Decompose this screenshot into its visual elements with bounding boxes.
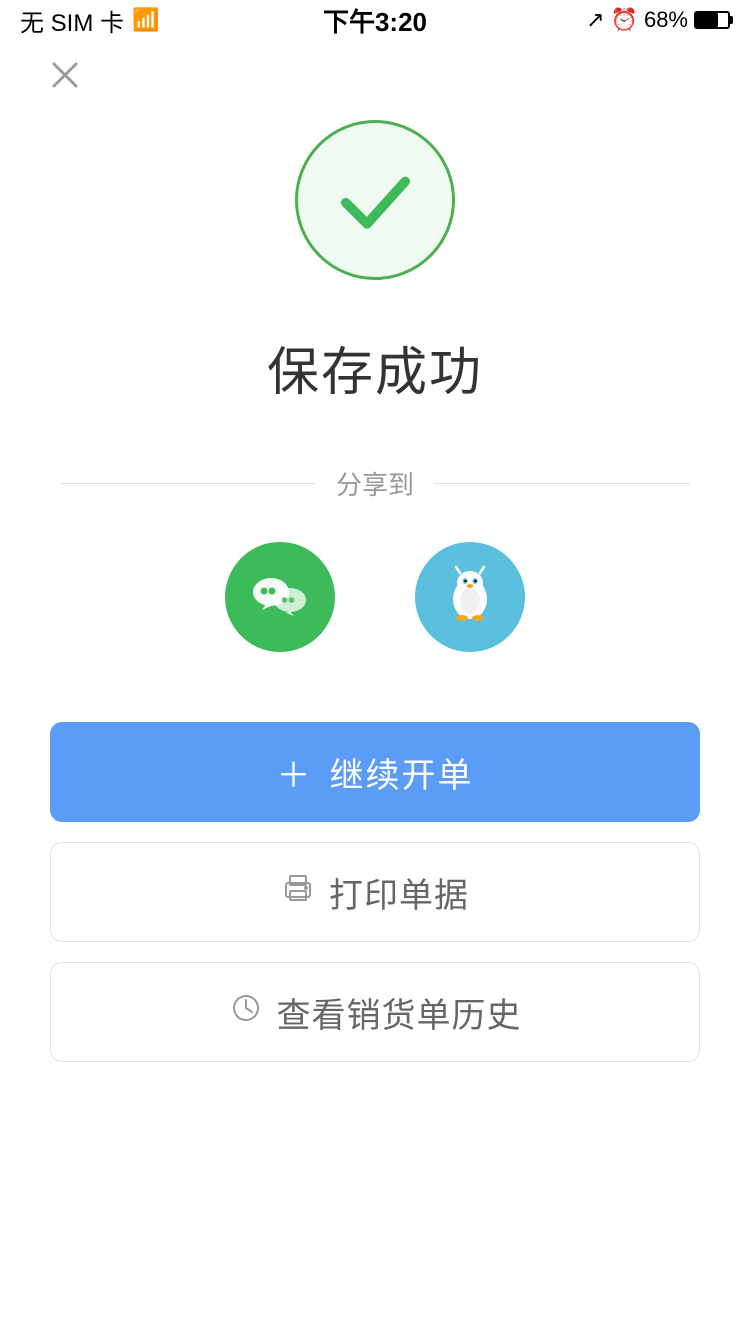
share-divider: 分享到: [0, 465, 750, 502]
print-button[interactable]: 打印单据: [50, 842, 700, 942]
success-circle: [295, 120, 455, 280]
status-bar: 无 SIM 卡 📶 下午3:20 ↗ ⏰ 68%: [0, 0, 750, 40]
share-icons-row: [225, 542, 525, 652]
print-icon: [281, 871, 315, 914]
plus-icon: ＋: [277, 748, 312, 797]
main-content: 保存成功 分享到: [0, 40, 750, 1062]
divider-left: [60, 483, 316, 484]
history-button[interactable]: 查看销货单历史: [50, 962, 700, 1062]
qq-share-button[interactable]: [415, 542, 525, 652]
battery-label: 68%: [644, 7, 688, 33]
continue-order-label: 继续开单: [330, 748, 474, 797]
wifi-icon: 📶: [132, 7, 159, 33]
alarm-icon: ⏰: [611, 7, 638, 33]
history-label: 查看销货单历史: [277, 988, 522, 1037]
wechat-share-button[interactable]: [225, 542, 335, 652]
status-left: 无 SIM 卡 📶: [20, 3, 159, 38]
close-button[interactable]: [40, 50, 90, 100]
print-label: 打印单据: [329, 868, 469, 917]
battery-icon: [694, 11, 730, 29]
share-section: 分享到: [0, 465, 750, 722]
action-buttons: ＋ 继续开单 打印单据 查看销货单历史: [0, 722, 750, 1062]
share-label: 分享到: [316, 465, 434, 502]
status-right: ↗ ⏰ 68%: [586, 7, 730, 33]
history-icon: [229, 991, 263, 1034]
continue-order-button[interactable]: ＋ 继续开单: [50, 722, 700, 822]
success-title: 保存成功: [267, 330, 483, 405]
status-time: 下午3:20: [323, 2, 427, 39]
location-icon: ↗: [586, 7, 604, 33]
divider-right: [434, 483, 690, 484]
no-sim-label: 无 SIM 卡: [20, 3, 124, 38]
